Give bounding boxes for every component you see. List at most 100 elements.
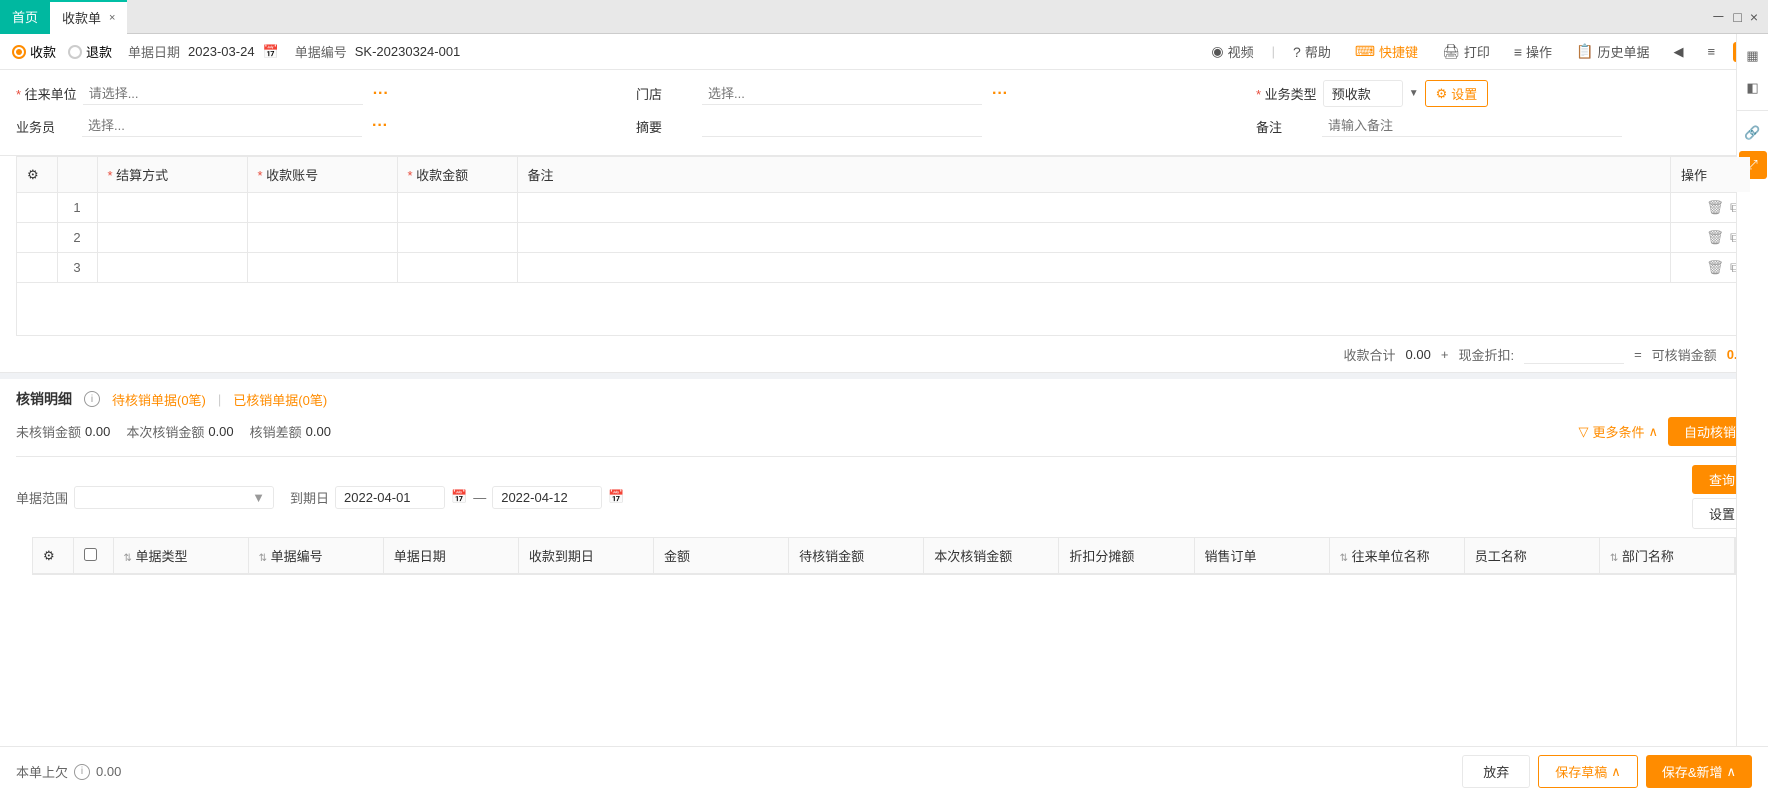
sidebar-icon-2[interactable]: ◧ (1739, 74, 1767, 102)
store-label: 门店 (636, 84, 696, 103)
calendar-end-icon[interactable]: 📅 (608, 489, 624, 505)
verification-title: 核销明细 (16, 389, 72, 409)
counterparty-input[interactable] (83, 83, 363, 105)
btn-video[interactable]: ◉ 视频 (1205, 40, 1259, 63)
due-date-label: 到期日 (290, 488, 329, 507)
date-value: 2023-03-24 (188, 44, 255, 59)
bt-th-discount: 折扣分摊额 (1059, 538, 1194, 574)
th-notes: 备注 (517, 157, 1671, 193)
tab-pending[interactable]: 待核销单据(0笔) (112, 390, 206, 409)
business-type-value: 预收款 (1323, 80, 1403, 107)
chevron-up-icon: ∧ (1648, 424, 1658, 440)
counterparty-more-btn[interactable]: ··· (373, 85, 389, 103)
btn-print-label: 打印 (1464, 42, 1490, 61)
pending-tab-label: 待核销单据(0笔) (112, 390, 206, 409)
td-amount-1[interactable] (397, 193, 517, 223)
td-notes-3[interactable] (517, 253, 1671, 283)
total-value: 0.00 (1406, 347, 1431, 362)
discount-input[interactable] (1524, 344, 1624, 364)
btn-print[interactable]: 🖨 打印 (1436, 40, 1496, 63)
td-notes-1[interactable] (517, 193, 1671, 223)
calendar-start-icon[interactable]: 📅 (451, 489, 467, 505)
td-account-3[interactable] (247, 253, 397, 283)
btn-prev[interactable]: ◀ (1668, 42, 1690, 62)
window-maximize[interactable]: □ (1733, 9, 1741, 25)
btn-operate-label: 操作 (1526, 42, 1552, 61)
range-label: 单据范围 (16, 488, 68, 507)
date-label: 单据日期 (128, 42, 180, 61)
btn-help[interactable]: ? 帮助 (1287, 40, 1337, 63)
td-settlement-3[interactable] (97, 253, 247, 283)
save-draft-btn[interactable]: 保存草稿 ∧ (1538, 755, 1638, 788)
verification-info-icon[interactable]: i (84, 391, 100, 407)
bt-th-dept: ⇅ 部门名称 (1599, 538, 1734, 574)
range-select[interactable]: ▼ (74, 486, 274, 509)
current-label: 本单上欠 (16, 762, 68, 781)
staff-input[interactable] (82, 115, 362, 137)
btn-list[interactable]: ≡ (1702, 42, 1722, 61)
btn-video-label: 视频 (1228, 42, 1254, 61)
diff-label: 核销差额 (250, 422, 302, 441)
verification-header: 核销明细 i 待核销单据(0笔) | 已核销单据(0笔) (16, 389, 1752, 409)
store-more-btn[interactable]: ··· (992, 85, 1008, 103)
summary-input[interactable] (702, 115, 982, 137)
equal-sign: = (1634, 347, 1642, 362)
calendar-icon[interactable]: 📅 (263, 44, 279, 60)
delete-icon-1[interactable]: 🗑 (1706, 199, 1724, 216)
verification-stats: 未核销金额 0.00 本次核销金额 0.00 核销差额 0.00 ▽ 更多条件 … (16, 417, 1752, 446)
th-settings[interactable]: ⚙ (17, 157, 57, 193)
discard-btn[interactable]: 放弃 (1462, 755, 1530, 788)
staff-more-btn[interactable]: ··· (372, 117, 388, 135)
td-amount-3[interactable] (397, 253, 517, 283)
more-conditions-btn[interactable]: ▽ 更多条件 ∧ (1578, 422, 1658, 441)
footer-info-icon[interactable]: i (74, 764, 90, 780)
td-account-1[interactable] (247, 193, 397, 223)
sidebar-icon-2-glyph: ◧ (1746, 80, 1758, 96)
tab-receipt[interactable]: 收款单 × (50, 0, 127, 34)
radio-tuikuan-label: 退款 (86, 42, 112, 61)
toolbar-right: ◉ 视频 | ? 帮助 ⌨ 快捷键 🖨 打印 ≡ 操作 📋 历史单据 (1205, 40, 1756, 63)
btn-shortcut[interactable]: ⌨ 快捷键 (1349, 40, 1424, 63)
tab-home[interactable]: 首页 (0, 0, 50, 34)
sidebar-icon-3[interactable]: 🔗 (1739, 119, 1767, 147)
field-business-type: 业务类型 预收款 ▼ ⚙ 设置 (1256, 80, 1752, 107)
delete-icon-3[interactable]: 🗑 (1706, 259, 1724, 276)
window-minimize[interactable]: － (1711, 7, 1725, 27)
bt-th-settings[interactable]: ⚙ (33, 538, 73, 574)
delete-icon-2[interactable]: 🗑 (1706, 229, 1724, 246)
tab-separator: | (218, 392, 221, 407)
btn-operate[interactable]: ≡ 操作 (1508, 40, 1558, 63)
td-row-1: 1 (57, 193, 97, 223)
td-settlement-2[interactable] (97, 223, 247, 253)
notes-input[interactable] (1322, 115, 1622, 137)
save-new-chevron: ∧ (1726, 764, 1736, 780)
form-settings-btn[interactable]: ⚙ 设置 (1425, 80, 1489, 107)
select-all-checkbox[interactable] (84, 548, 97, 561)
td-account-2[interactable] (247, 223, 397, 253)
td-notes-2[interactable] (517, 223, 1671, 253)
td-amount-2[interactable] (397, 223, 517, 253)
business-type-chevron[interactable]: ▼ (1409, 88, 1419, 99)
radio-shoukuan[interactable]: 收款 (12, 42, 56, 61)
bt-th-date: 单据日期 (383, 538, 518, 574)
save-draft-chevron: ∧ (1611, 764, 1621, 780)
radio-tuikuan[interactable]: 退款 (68, 42, 112, 61)
td-settlement-1[interactable] (97, 193, 247, 223)
save-new-btn[interactable]: 保存&新增 ∧ (1646, 755, 1752, 788)
bt-dept-label: 部门名称 (1622, 549, 1674, 564)
account-label: 收款账号 (266, 168, 318, 183)
td-row-2: 2 (57, 223, 97, 253)
sidebar-icon-1[interactable]: ▦ (1739, 42, 1767, 70)
business-type-select-wrapper: 预收款 ▼ (1323, 80, 1419, 107)
range-chevron-icon: ▼ (252, 490, 265, 505)
bt-th-counterparty: ⇅ 往来单位名称 (1329, 538, 1464, 574)
window-close[interactable]: × (1750, 9, 1758, 25)
date-end-input[interactable] (492, 486, 602, 509)
tab-receipt-close[interactable]: × (109, 12, 115, 24)
store-input[interactable] (702, 83, 982, 105)
plus-sign: + (1441, 347, 1449, 362)
tab-completed[interactable]: 已核销单据(0笔) (233, 390, 327, 409)
stat-current: 本次核销金额 0.00 (126, 422, 233, 441)
date-start-input[interactable] (335, 486, 445, 509)
btn-history[interactable]: 📋 历史单据 (1570, 40, 1655, 63)
